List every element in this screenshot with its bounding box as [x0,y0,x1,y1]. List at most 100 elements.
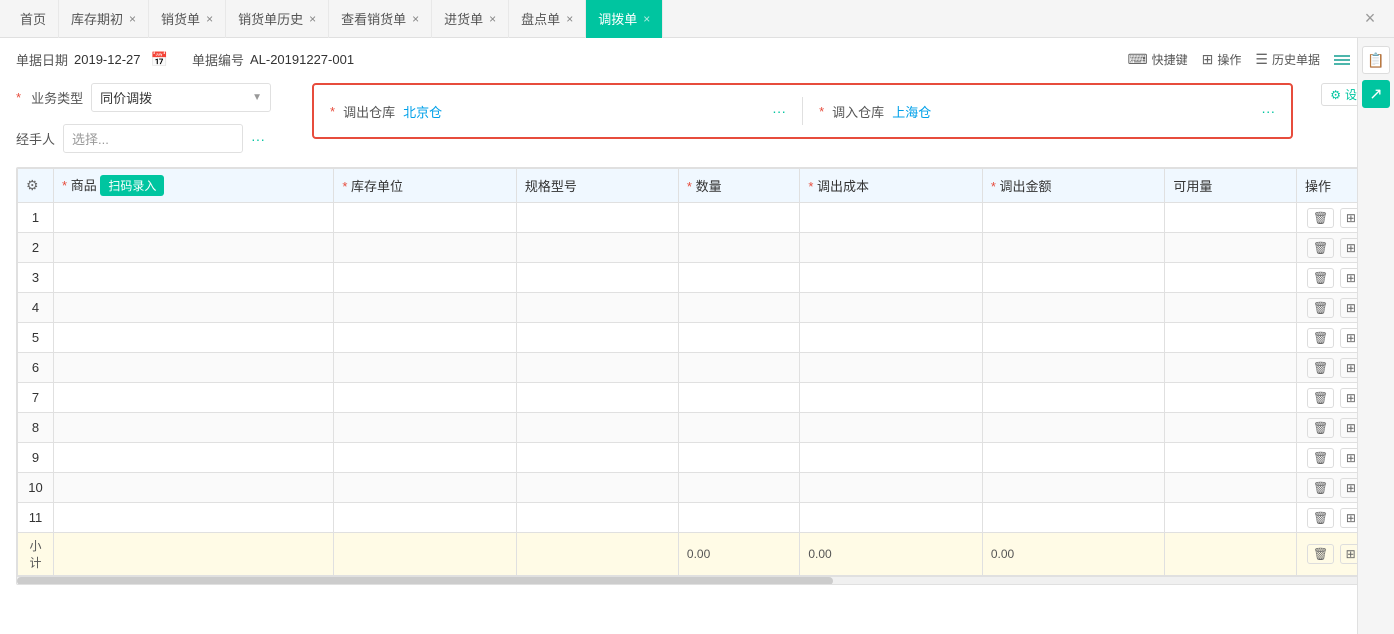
list-view-button[interactable] [1334,55,1350,65]
row-qty-4[interactable] [678,293,799,323]
horizontal-scrollbar[interactable] [17,576,1377,584]
calendar-icon[interactable]: 📅 [151,51,168,68]
delete-row-1-button[interactable]: 🗑 [1307,208,1334,228]
row-available-3[interactable] [1165,263,1297,293]
row-cost-8[interactable] [800,413,983,443]
row-qty-5[interactable] [678,323,799,353]
row-spec-11[interactable] [516,503,678,533]
sidebar-doc-button[interactable]: 📋 [1362,46,1390,74]
tab-close-purchase-order[interactable]: × [489,12,496,26]
row-spec-6[interactable] [516,353,678,383]
row-cost-11[interactable] [800,503,983,533]
person-chooser[interactable]: 选择... [63,124,243,153]
row-amount-9[interactable] [982,443,1165,473]
row-amount-5[interactable] [982,323,1165,353]
row-amount-6[interactable] [982,353,1165,383]
warehouse-out-more-icon[interactable]: ··· [772,103,786,119]
row-qty-10[interactable] [678,473,799,503]
tab-close-view-sales[interactable]: × [412,12,419,26]
operations-button[interactable]: ⊞ 操作 [1202,51,1242,68]
row-qty-1[interactable] [678,203,799,233]
subtotal-delete-button[interactable]: 🗑 [1307,544,1334,564]
row-qty-9[interactable] [678,443,799,473]
delete-row-10-button[interactable]: 🗑 [1307,478,1334,498]
window-close-button[interactable]: × [1354,3,1386,35]
delete-row-11-button[interactable]: 🗑 [1307,508,1334,528]
row-qty-2[interactable] [678,233,799,263]
row-product-11[interactable] [54,503,334,533]
tab-transfer-order[interactable]: 调拨单 × [586,0,663,38]
warehouse-in-value[interactable]: 上海仓 [892,102,1253,121]
scan-input-button[interactable]: 扫码录入 [100,175,164,196]
row-available-9[interactable] [1165,443,1297,473]
row-product-9[interactable] [54,443,334,473]
row-unit-4[interactable] [334,293,517,323]
row-amount-7[interactable] [982,383,1165,413]
row-spec-9[interactable] [516,443,678,473]
row-spec-10[interactable] [516,473,678,503]
row-cost-3[interactable] [800,263,983,293]
row-available-1[interactable] [1165,203,1297,233]
row-cost-4[interactable] [800,293,983,323]
row-available-10[interactable] [1165,473,1297,503]
shortcuts-button[interactable]: ⌨ 快捷键 [1127,51,1187,68]
tab-view-sales[interactable]: 查看销货单 × [329,0,432,38]
row-amount-4[interactable] [982,293,1165,323]
tab-home[interactable]: 首页 [8,0,59,38]
row-product-2[interactable] [54,233,334,263]
row-unit-6[interactable] [334,353,517,383]
tab-inventory-check[interactable]: 盘点单 × [509,0,586,38]
delete-row-5-button[interactable]: 🗑 [1307,328,1334,348]
row-available-7[interactable] [1165,383,1297,413]
row-unit-10[interactable] [334,473,517,503]
row-spec-8[interactable] [516,413,678,443]
sidebar-export-button[interactable]: ↗ [1362,80,1390,108]
row-unit-7[interactable] [334,383,517,413]
tab-close-inventory-check[interactable]: × [566,12,573,26]
row-spec-5[interactable] [516,323,678,353]
row-spec-3[interactable] [516,263,678,293]
row-amount-1[interactable] [982,203,1165,233]
row-qty-7[interactable] [678,383,799,413]
delete-row-8-button[interactable]: 🗑 [1307,418,1334,438]
business-type-select[interactable]: 同价调拨 ▼ [91,83,271,112]
row-product-5[interactable] [54,323,334,353]
row-amount-10[interactable] [982,473,1165,503]
tab-sales-history[interactable]: 销货单历史 × [226,0,329,38]
delete-row-9-button[interactable]: 🗑 [1307,448,1334,468]
row-cost-5[interactable] [800,323,983,353]
row-qty-3[interactable] [678,263,799,293]
row-cost-10[interactable] [800,473,983,503]
tab-close-sales-history[interactable]: × [309,12,316,26]
row-amount-8[interactable] [982,413,1165,443]
row-product-6[interactable] [54,353,334,383]
warehouse-out-value[interactable]: 北京仓 [403,102,764,121]
row-spec-7[interactable] [516,383,678,413]
row-available-5[interactable] [1165,323,1297,353]
row-available-4[interactable] [1165,293,1297,323]
row-spec-2[interactable] [516,233,678,263]
delete-row-6-button[interactable]: 🗑 [1307,358,1334,378]
row-unit-8[interactable] [334,413,517,443]
delete-row-4-button[interactable]: 🗑 [1307,298,1334,318]
row-unit-2[interactable] [334,233,517,263]
delete-row-2-button[interactable]: 🗑 [1307,238,1334,258]
row-unit-5[interactable] [334,323,517,353]
row-cost-7[interactable] [800,383,983,413]
row-available-2[interactable] [1165,233,1297,263]
row-spec-4[interactable] [516,293,678,323]
row-unit-3[interactable] [334,263,517,293]
row-cost-9[interactable] [800,443,983,473]
warehouse-in-more-icon[interactable]: ··· [1261,103,1275,119]
row-unit-1[interactable] [334,203,517,233]
tab-close-sales-order[interactable]: × [206,12,213,26]
row-spec-1[interactable] [516,203,678,233]
scrollbar-thumb[interactable] [17,577,833,585]
row-product-10[interactable] [54,473,334,503]
col-settings[interactable]: ⚙ [18,169,54,203]
row-cost-2[interactable] [800,233,983,263]
delete-row-7-button[interactable]: 🗑 [1307,388,1334,408]
tab-close-inventory-init[interactable]: × [129,12,136,26]
row-product-1[interactable] [54,203,334,233]
tab-purchase-order[interactable]: 进货单 × [432,0,509,38]
